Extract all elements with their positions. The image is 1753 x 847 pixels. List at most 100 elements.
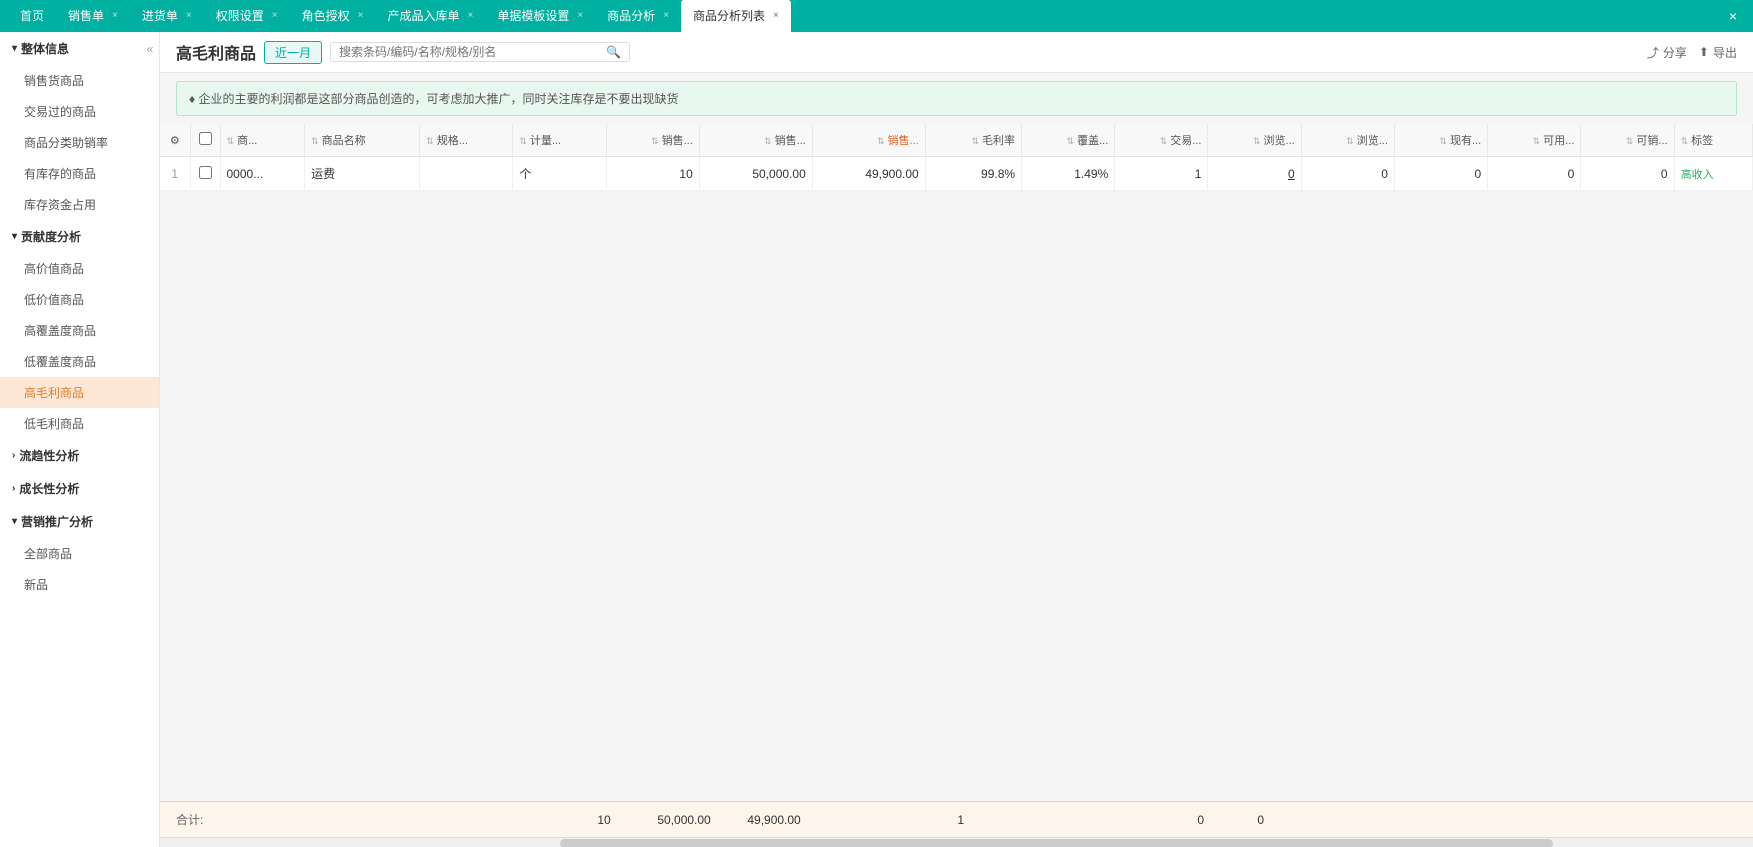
close-purchase-tab[interactable]: ×	[186, 0, 192, 32]
nav-analysis[interactable]: 商品分析 ×	[595, 0, 681, 32]
sidebar-group-marketing[interactable]: ▾ 营销推广分析	[0, 505, 159, 538]
arrow-right-icon: ›	[12, 483, 15, 494]
footer-spacer2	[831, 813, 951, 827]
row-current-stock: 0	[1394, 157, 1487, 191]
period-button[interactable]: 近一月	[264, 41, 322, 64]
table-footer: 合计: 10 50,000.00 49,900.00 1 0 0	[160, 801, 1753, 837]
nav-purchase[interactable]: 进货单 ×	[130, 0, 204, 32]
col-spec[interactable]: ⇅ 规格...	[420, 124, 513, 157]
col-tag[interactable]: ⇅ 标签	[1674, 124, 1752, 157]
share-button[interactable]: ⤴ 分享	[1647, 44, 1687, 61]
sidebar-item-stock-capital[interactable]: 库存资金占用	[0, 189, 159, 220]
main-layout: « ▾ 整体信息 销售货商品 交易过的商品 商品分类助销率 有库存的商品 库存资…	[0, 32, 1753, 847]
arrow-right-icon: ›	[12, 450, 15, 461]
col-saleable[interactable]: ⇅ 可销...	[1581, 124, 1674, 157]
nav-sales[interactable]: 销售单 ×	[56, 0, 130, 32]
page-title: 高毛利商品	[176, 40, 256, 64]
row-checkbox[interactable]	[190, 157, 220, 191]
col-coverage[interactable]: ⇅ 覆盖...	[1022, 124, 1115, 157]
arrow-icon: ▾	[12, 43, 17, 54]
share-icon: ⤴	[1647, 44, 1659, 61]
row-unit: 个	[513, 157, 606, 191]
sidebar-item-high-margin[interactable]: 高毛利商品	[0, 377, 159, 408]
col-sales-qty[interactable]: ⇅ 销售...	[606, 124, 699, 157]
scrollbar-thumb[interactable]	[560, 839, 1553, 847]
row-name[interactable]: 运费	[305, 157, 420, 191]
sidebar-item-low-margin[interactable]: 低毛利商品	[0, 408, 159, 439]
col-name[interactable]: ⇅ 商品名称	[305, 124, 420, 157]
sidebar-item-category-rate[interactable]: 商品分类助销率	[0, 127, 159, 158]
content-header: 高毛利商品 近一月 🔍 ⤴ 分享 ⬆ 导出	[160, 32, 1753, 73]
close-template-tab[interactable]: ×	[577, 0, 583, 32]
sidebar-group-overall[interactable]: ▾ 整体信息	[0, 32, 159, 65]
col-available[interactable]: ⇅ 可用...	[1488, 124, 1581, 157]
col-unit[interactable]: ⇅ 计量...	[513, 124, 606, 157]
close-analysis-list-tab[interactable]: ×	[773, 0, 779, 32]
row-browse2: 0	[1301, 157, 1394, 191]
sidebar-collapse-btn[interactable]: «	[141, 40, 159, 58]
nav-product-in[interactable]: 产成品入库单 ×	[375, 0, 485, 32]
col-current-stock[interactable]: ⇅ 现有...	[1394, 124, 1487, 157]
sidebar-group-contribution[interactable]: ▾ 贡献度分析	[0, 220, 159, 253]
sidebar-group-growth[interactable]: › 成长性分析	[0, 472, 159, 505]
row-sales-amount: 50,000.00	[699, 157, 812, 191]
sidebar-item-all-goods[interactable]: 全部商品	[0, 538, 159, 569]
close-product-in-tab[interactable]: ×	[467, 0, 473, 32]
window-close-btn[interactable]: ×	[1721, 8, 1745, 24]
footer-label: 合计:	[176, 811, 203, 828]
sidebar-item-sales-goods[interactable]: 销售货商品	[0, 65, 159, 96]
sidebar-item-high-value[interactable]: 高价值商品	[0, 253, 159, 284]
horizontal-scrollbar[interactable]	[160, 837, 1753, 847]
col-trade[interactable]: ⇅ 交易...	[1115, 124, 1208, 157]
table-header-row: ⚙ ⇅ 商... ⇅ 商品名称 ⇅ 规格... ⇅ 计量... ⇅ 销售... …	[160, 124, 1753, 157]
col-gross-margin[interactable]: ⇅ 毛利率	[925, 124, 1021, 157]
content-area: 高毛利商品 近一月 🔍 ⤴ 分享 ⬆ 导出 ♦ 企业的主要的利润都是这部分商品创…	[160, 32, 1753, 847]
sidebar: « ▾ 整体信息 销售货商品 交易过的商品 商品分类助销率 有库存的商品 库存资…	[0, 32, 160, 847]
arrow-icon: ▾	[12, 516, 17, 527]
sidebar-group-flow[interactable]: › 流趋性分析	[0, 439, 159, 472]
row-sales-qty: 10	[606, 157, 699, 191]
row-sales-cost: 49,900.00	[812, 157, 925, 191]
row-coverage: 1.49%	[1022, 157, 1115, 191]
footer-sales-cost: 49,900.00	[741, 813, 831, 827]
nav-permissions[interactable]: 权限设置 ×	[204, 0, 290, 32]
nav-roles[interactable]: 角色授权 ×	[290, 0, 376, 32]
sidebar-item-low-coverage[interactable]: 低覆盖度商品	[0, 346, 159, 377]
table-wrapper[interactable]: ⚙ ⇅ 商... ⇅ 商品名称 ⇅ 规格... ⇅ 计量... ⇅ 销售... …	[160, 124, 1753, 801]
close-permissions-tab[interactable]: ×	[272, 0, 278, 32]
col-sales-cost[interactable]: ⇅ 销售...	[812, 124, 925, 157]
sidebar-item-new-goods[interactable]: 新品	[0, 569, 159, 600]
row-browse1[interactable]: 0	[1208, 157, 1301, 191]
top-nav: 首页 销售单 × 进货单 × 权限设置 × 角色授权 × 产成品入库单 × 单据…	[0, 0, 1753, 32]
col-sales-amount[interactable]: ⇅ 销售...	[699, 124, 812, 157]
search-icon[interactable]: 🔍	[606, 45, 621, 59]
row-tag: 高收入	[1674, 157, 1752, 191]
sidebar-item-traded-goods[interactable]: 交易过的商品	[0, 96, 159, 127]
close-roles-tab[interactable]: ×	[358, 0, 364, 32]
data-table: ⚙ ⇅ 商... ⇅ 商品名称 ⇅ 规格... ⇅ 计量... ⇅ 销售... …	[160, 124, 1753, 191]
row-trade: 1	[1115, 157, 1208, 191]
sidebar-item-low-value[interactable]: 低价值商品	[0, 284, 159, 315]
row-code[interactable]: 0000...	[220, 157, 305, 191]
row-num: 1	[160, 157, 190, 191]
search-input[interactable]	[339, 45, 602, 59]
footer-sales-qty: 10	[591, 813, 651, 827]
export-button[interactable]: ⬆ 导出	[1699, 44, 1737, 61]
arrow-icon: ▾	[12, 231, 17, 242]
nav-analysis-list[interactable]: 商品分析列表 ×	[681, 0, 791, 32]
col-checkbox[interactable]	[190, 124, 220, 157]
close-analysis-tab[interactable]: ×	[663, 0, 669, 32]
footer-spacer	[211, 813, 591, 827]
nav-home[interactable]: 首页	[8, 0, 56, 32]
col-browse1[interactable]: ⇅ 浏览...	[1208, 124, 1301, 157]
footer-sales-amount: 50,000.00	[651, 813, 741, 827]
close-sales-tab[interactable]: ×	[112, 0, 118, 32]
col-browse2[interactable]: ⇅ 浏览...	[1301, 124, 1394, 157]
search-box: 🔍	[330, 42, 630, 62]
col-code[interactable]: ⇅ 商...	[220, 124, 305, 157]
sidebar-item-high-coverage[interactable]: 高覆盖度商品	[0, 315, 159, 346]
col-settings[interactable]: ⚙	[160, 124, 190, 157]
nav-template[interactable]: 单据模板设置 ×	[485, 0, 595, 32]
select-all-checkbox[interactable]	[199, 132, 212, 145]
sidebar-item-stocked-goods[interactable]: 有库存的商品	[0, 158, 159, 189]
